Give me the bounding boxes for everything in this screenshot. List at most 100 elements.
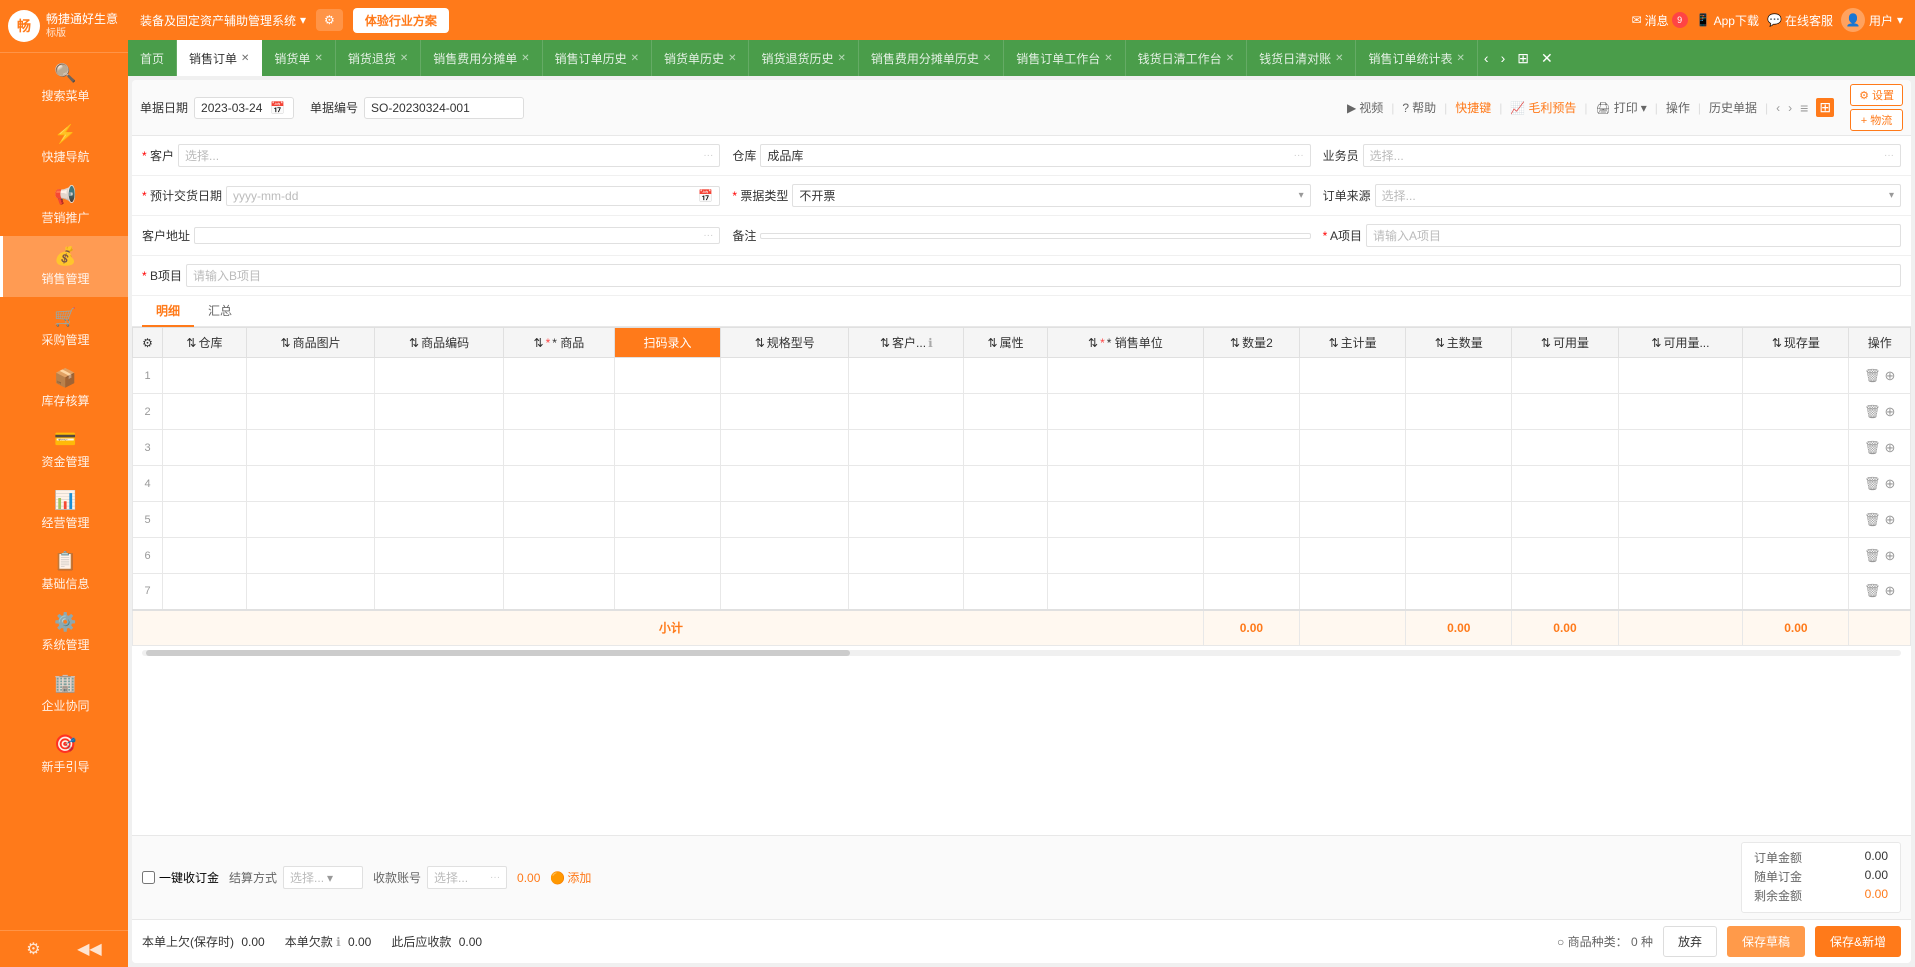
row2-image[interactable] — [246, 394, 374, 430]
row3-image[interactable] — [246, 430, 374, 466]
grid-view-btn[interactable]: ⊞ — [1816, 98, 1834, 117]
row6-delete-icon[interactable]: 🗑 — [1864, 548, 1881, 564]
staff-input[interactable]: 选择... ··· — [1363, 144, 1901, 167]
dropdown-arrow-icon[interactable]: ▾ — [300, 13, 306, 27]
th-main-unit[interactable]: ⇅ 主计量 — [1300, 328, 1406, 358]
sidebar-item-operation[interactable]: 📊 经营管理 — [0, 480, 128, 541]
tab-close-daily-workbench[interactable]: ✕ — [1226, 53, 1234, 64]
row6-customer-code[interactable] — [849, 538, 964, 574]
row7-attribute[interactable] — [964, 574, 1048, 610]
row2-qty2[interactable] — [1203, 394, 1299, 430]
row5-spec[interactable] — [721, 502, 849, 538]
add-btn[interactable]: 🟠 添加 — [550, 869, 591, 886]
scrollbar-container[interactable] — [132, 646, 1911, 660]
row2-spec[interactable] — [721, 394, 849, 430]
tab-daily-workbench[interactable]: 钱货日清工作台 ✕ — [1126, 40, 1247, 76]
row7-product[interactable] — [503, 574, 614, 610]
tab-sales-bill[interactable]: 销货单 ✕ — [262, 40, 335, 76]
sub-tab-detail[interactable]: 明细 — [142, 296, 194, 327]
row6-main-unit[interactable] — [1300, 538, 1406, 574]
row4-delete-icon[interactable]: 🗑 — [1864, 476, 1881, 492]
tab-close-return[interactable]: ✕ — [400, 53, 408, 64]
sidebar-item-guide[interactable]: 🎯 新手引导 — [0, 724, 128, 785]
row7-sales-unit[interactable] — [1047, 574, 1203, 610]
row7-qty2[interactable] — [1203, 574, 1299, 610]
next-record-btn[interactable]: › — [1788, 101, 1792, 115]
online-service-btn[interactable]: 💬 在线客服 — [1767, 12, 1833, 29]
th-available2[interactable]: ⇅ 可用量... — [1618, 328, 1743, 358]
row7-image[interactable] — [246, 574, 374, 610]
th-qty2[interactable]: ⇅ 数量2 — [1203, 328, 1299, 358]
tab-close-bill-history[interactable]: ✕ — [728, 53, 736, 64]
order-source-select[interactable]: 选择... ▾ — [1375, 184, 1901, 207]
tab-home[interactable]: 首页 — [128, 40, 177, 76]
row4-image[interactable] — [246, 466, 374, 502]
note-input[interactable] — [760, 233, 1310, 239]
collapse-btn[interactable]: ◀◀ — [77, 939, 102, 959]
sidebar-item-quick[interactable]: ⚡ 快捷导航 — [0, 114, 128, 175]
save-draft-btn[interactable]: 保存草稿 — [1727, 926, 1805, 957]
row2-sales-unit[interactable] — [1047, 394, 1203, 430]
row4-main-qty[interactable] — [1406, 466, 1512, 502]
row5-sales-unit[interactable] — [1047, 502, 1203, 538]
row3-warehouse[interactable] — [163, 430, 247, 466]
row6-spec[interactable] — [721, 538, 849, 574]
th-warehouse[interactable]: ⇅ 仓库 — [163, 328, 247, 358]
row4-customer-code[interactable] — [849, 466, 964, 502]
settings-panel-btn[interactable]: ⚙ 设置 — [1850, 84, 1903, 106]
message-btn[interactable]: ✉ 消息 9 — [1632, 12, 1688, 29]
invoice-type-select[interactable]: 不开票 ▾ — [792, 184, 1310, 207]
account-select[interactable]: 选择... ··· — [427, 866, 507, 889]
row4-main-unit[interactable] — [1300, 466, 1406, 502]
row3-delete-icon[interactable]: 🗑 — [1864, 440, 1881, 456]
tab-expense-split[interactable]: 销售费用分摊单 ✕ — [421, 40, 542, 76]
row4-warehouse[interactable] — [163, 466, 247, 502]
th-sales-unit[interactable]: ⇅ ** 销售单位 — [1047, 328, 1203, 358]
row7-main-unit[interactable] — [1300, 574, 1406, 610]
discard-btn[interactable]: 放弃 — [1663, 926, 1717, 957]
tab-close-expense-split[interactable]: ✕ — [521, 53, 529, 64]
row1-delete-icon[interactable]: 🗑 — [1864, 368, 1881, 384]
tab-close-sales-order[interactable]: ✕ — [241, 53, 249, 64]
history-btn[interactable]: 历史单据 — [1709, 99, 1757, 116]
sub-tab-summary[interactable]: 汇总 — [194, 296, 246, 327]
settings-bottom-btn[interactable]: ⚙ — [26, 939, 40, 959]
row2-code[interactable] — [375, 394, 503, 430]
payment-select[interactable]: 选择... ▾ — [283, 866, 363, 889]
th-image[interactable]: ⇅ 商品图片 — [246, 328, 374, 358]
row1-sales-unit[interactable] — [1047, 358, 1203, 394]
tab-next-btn[interactable]: › — [1495, 50, 1512, 66]
th-attribute[interactable]: ⇅ 属性 — [964, 328, 1048, 358]
sidebar-item-search[interactable]: 🔍 搜索菜单 — [0, 53, 128, 114]
row4-product[interactable] — [503, 466, 614, 502]
delivery-date-input[interactable]: yyyy-mm-dd 📅 — [226, 186, 720, 206]
date-field[interactable]: 2023-03-24 📅 — [194, 97, 294, 119]
row3-main-qty[interactable] — [1406, 430, 1512, 466]
row5-product[interactable] — [503, 502, 614, 538]
th-gear[interactable]: ⚙ — [133, 328, 163, 358]
sidebar-item-purchase[interactable]: 🛒 采购管理 — [0, 297, 128, 358]
row4-attribute[interactable] — [964, 466, 1048, 502]
row3-product[interactable] — [503, 430, 614, 466]
row6-copy-icon[interactable]: ⊕ — [1885, 548, 1896, 564]
row1-customer-code[interactable] — [849, 358, 964, 394]
print-btn[interactable]: 🖨 打印 ▾ — [1595, 99, 1646, 116]
row5-delete-icon[interactable]: 🗑 — [1864, 512, 1881, 528]
row5-warehouse[interactable] — [163, 502, 247, 538]
row3-sales-unit[interactable] — [1047, 430, 1203, 466]
row2-main-qty[interactable] — [1406, 394, 1512, 430]
customer-input[interactable]: 选择... ··· — [178, 144, 720, 167]
tab-close-workbench[interactable]: ✕ — [1104, 53, 1112, 64]
number-field[interactable]: SO-20230324-001 — [364, 97, 524, 119]
user-menu[interactable]: 👤 用户 ▾ — [1841, 8, 1903, 32]
row1-main-qty[interactable] — [1406, 358, 1512, 394]
row1-image[interactable] — [246, 358, 374, 394]
tab-order-history[interactable]: 销售订单历史 ✕ — [543, 40, 652, 76]
row4-spec[interactable] — [721, 466, 849, 502]
row6-main-qty[interactable] — [1406, 538, 1512, 574]
row1-main-unit[interactable] — [1300, 358, 1406, 394]
help-btn[interactable]: ? 帮助 — [1402, 99, 1436, 116]
row6-qty2[interactable] — [1203, 538, 1299, 574]
row2-delete-icon[interactable]: 🗑 — [1864, 404, 1881, 420]
tab-sales-order[interactable]: 销售订单 ✕ — [177, 40, 262, 76]
